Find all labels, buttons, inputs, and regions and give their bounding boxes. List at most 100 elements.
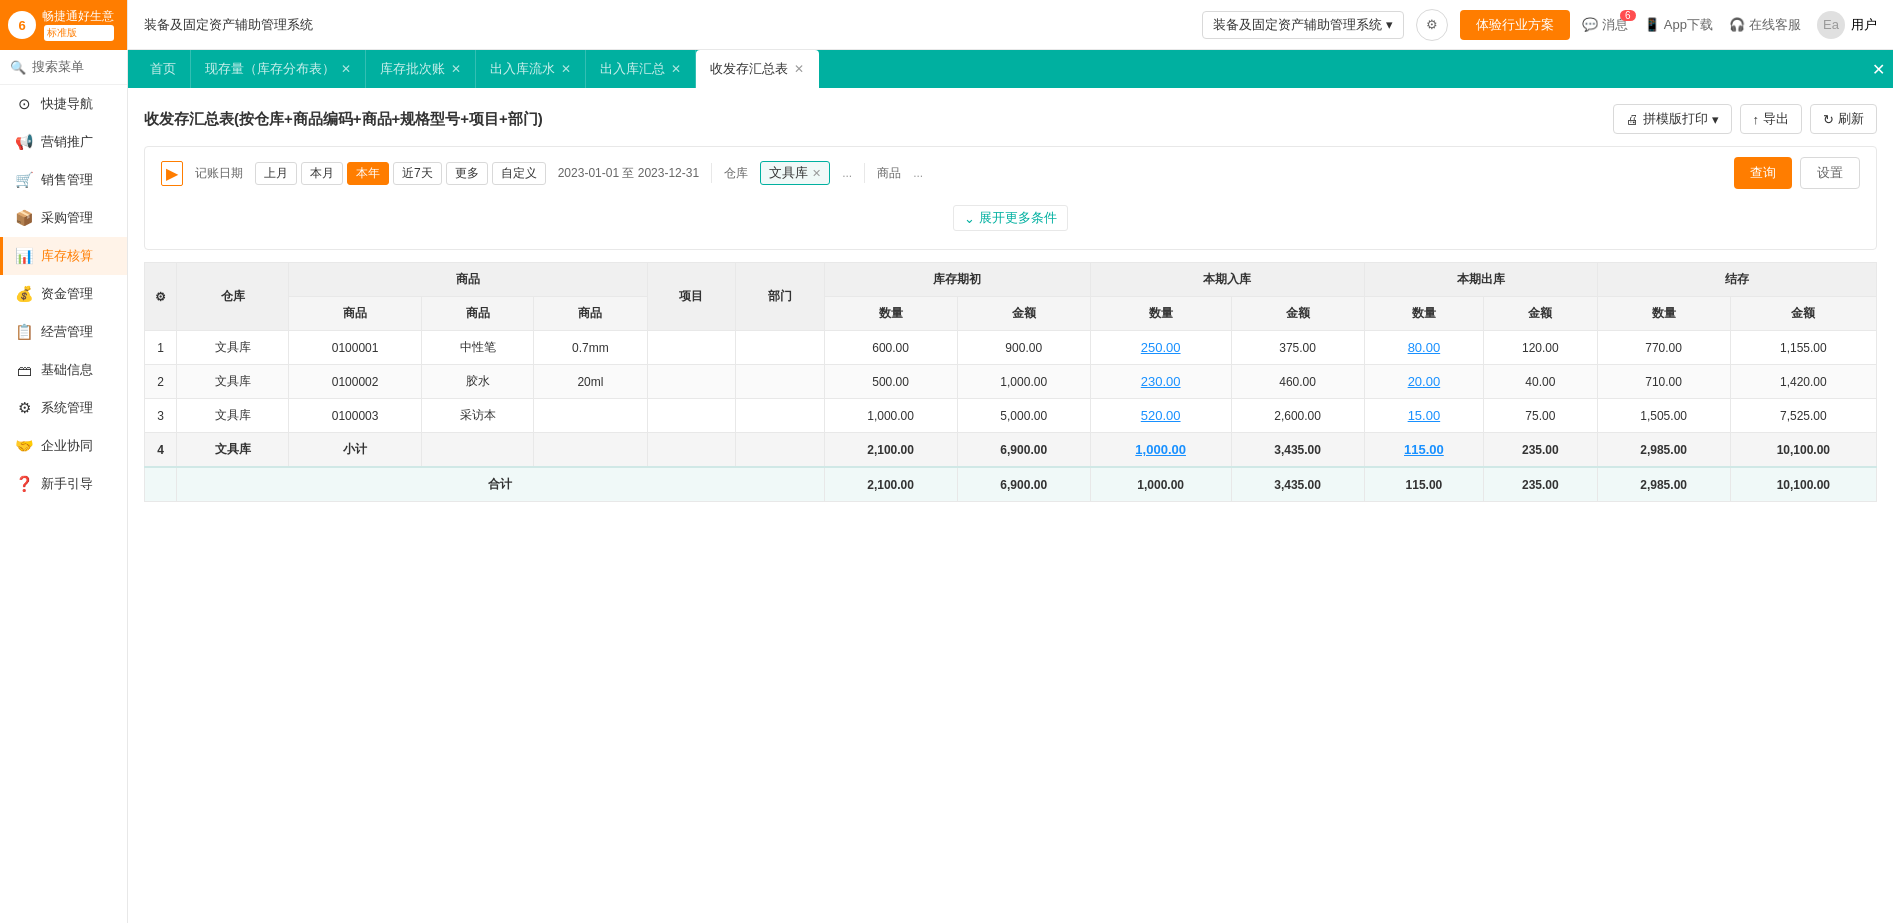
settings-button[interactable]: 设置 xyxy=(1800,157,1860,189)
sidebar-logo: 6 畅捷通好生意 标准版 xyxy=(0,0,127,50)
sidebar-item-finance[interactable]: 💰 资金管理 xyxy=(0,275,127,313)
close-all-tabs-button[interactable]: ✕ xyxy=(1872,60,1885,79)
sidebar-item-operation[interactable]: 📋 经营管理 xyxy=(0,313,127,351)
row1-out-amt: 120.00 xyxy=(1484,331,1597,365)
filter-collapse-button[interactable]: ▶ xyxy=(161,161,183,186)
trial-button[interactable]: 体验行业方案 xyxy=(1460,10,1570,40)
sidebar-item-system[interactable]: ⚙ 系统管理 xyxy=(0,389,127,427)
message-button[interactable]: 💬 消息 6 xyxy=(1582,16,1628,34)
row2-project xyxy=(647,365,735,399)
th-settings[interactable]: ⚙ xyxy=(145,263,177,331)
date-btn-7days[interactable]: 近7天 xyxy=(393,162,442,185)
tab-flow-close[interactable]: ✕ xyxy=(561,62,571,76)
tab-recv-send-close[interactable]: ✕ xyxy=(794,62,804,76)
data-table-container: ⚙ 仓库 商品 项目 部门 库存期初 本期入库 本期出库 结存 商品 xyxy=(144,262,1877,502)
sidebar-item-purchase[interactable]: 📦 采购管理 xyxy=(0,199,127,237)
user-menu[interactable]: Ea 用户 xyxy=(1817,11,1877,39)
expand-conditions-button[interactable]: ⌄ 展开更多条件 xyxy=(953,205,1068,231)
row3-out-qty[interactable]: 15.00 xyxy=(1364,399,1483,433)
th-out-group: 本期出库 xyxy=(1364,263,1597,297)
sidebar-item-quick-nav[interactable]: ⊙ 快捷导航 xyxy=(0,85,127,123)
tab-inventory-dist[interactable]: 现存量（库存分布表） ✕ xyxy=(191,50,366,88)
inventory-label: 库存核算 xyxy=(41,247,93,265)
row2-in-qty[interactable]: 230.00 xyxy=(1090,365,1231,399)
subtotal-in-qty[interactable]: 1,000.00 xyxy=(1090,433,1231,468)
sidebar-nav: ⊙ 快捷导航 📢 营销推广 🛒 销售管理 📦 采购管理 📊 库存核算 💰 资金管… xyxy=(0,85,127,923)
online-service-button[interactable]: 🎧 在线客服 xyxy=(1729,16,1801,34)
export-button[interactable]: ↑ 导出 xyxy=(1740,104,1803,134)
tab-home[interactable]: 首页 xyxy=(136,50,191,88)
row3-in-qty[interactable]: 520.00 xyxy=(1090,399,1231,433)
search-menu[interactable]: 🔍 搜索菜单 xyxy=(0,50,127,85)
topbar-settings-button[interactable]: ⚙ xyxy=(1416,9,1448,41)
row3-out-amt: 75.00 xyxy=(1484,399,1597,433)
query-button[interactable]: 查询 xyxy=(1734,157,1792,189)
row1-name: 中性笔 xyxy=(422,331,534,365)
export-label: 导出 xyxy=(1763,110,1789,128)
main-area: 装备及固定资产辅助管理系统 装备及固定资产辅助管理系统 ▾ ⚙ 体验行业方案 💬… xyxy=(128,0,1893,923)
row3-in-qty-link[interactable]: 520.00 xyxy=(1141,408,1181,423)
date-btn-more[interactable]: 更多 xyxy=(446,162,488,185)
subtotal-warehouse: 文具库 xyxy=(177,433,289,468)
tab-batch-close[interactable]: ✕ xyxy=(451,62,461,76)
warehouse-more[interactable]: ... xyxy=(842,166,852,180)
row3-out-qty-link[interactable]: 15.00 xyxy=(1408,408,1441,423)
warehouse-tag[interactable]: 文具库 ✕ xyxy=(760,161,830,185)
table-row: 2 文具库 0100002 胶水 20ml 500.00 1,000.00 23… xyxy=(145,365,1877,399)
search-icon: 🔍 xyxy=(10,60,26,75)
sidebar-item-sales[interactable]: 🛒 销售管理 xyxy=(0,161,127,199)
row1-in-qty[interactable]: 250.00 xyxy=(1090,331,1231,365)
th-product-name: 商品 xyxy=(422,297,534,331)
quick-nav-label: 快捷导航 xyxy=(41,95,93,113)
sales-label: 销售管理 xyxy=(41,171,93,189)
date-btn-last-month[interactable]: 上月 xyxy=(255,162,297,185)
date-btn-this-month[interactable]: 本月 xyxy=(301,162,343,185)
row1-in-qty-link[interactable]: 250.00 xyxy=(1141,340,1181,355)
subtotal-out-amt: 235.00 xyxy=(1484,433,1597,468)
row1-spec: 0.7mm xyxy=(534,331,647,365)
guide-icon: ❓ xyxy=(15,475,33,493)
tab-flow[interactable]: 出入库流水 ✕ xyxy=(476,50,586,88)
sidebar-item-inventory[interactable]: 📊 库存核算 xyxy=(0,237,127,275)
print-button[interactable]: 🖨 拼模版打印 ▾ xyxy=(1613,104,1732,134)
tab-inventory-dist-label: 现存量（库存分布表） xyxy=(205,60,335,78)
row1-out-qty[interactable]: 80.00 xyxy=(1364,331,1483,365)
date-btn-custom[interactable]: 自定义 xyxy=(492,162,546,185)
total-in-qty: 1,000.00 xyxy=(1090,467,1231,502)
row2-in-qty-link[interactable]: 230.00 xyxy=(1141,374,1181,389)
system-dropdown[interactable]: 装备及固定资产辅助管理系统 ▾ xyxy=(1202,11,1404,39)
th-open-qty: 数量 xyxy=(824,297,957,331)
sidebar-item-basic[interactable]: 🗃 基础信息 xyxy=(0,351,127,389)
tab-batch[interactable]: 库存批次账 ✕ xyxy=(366,50,476,88)
print-dropdown-icon: ▾ xyxy=(1712,112,1719,127)
filter-divider-1 xyxy=(711,163,712,183)
sidebar-item-guide[interactable]: ❓ 新手引导 xyxy=(0,465,127,503)
row3-no: 3 xyxy=(145,399,177,433)
sidebar-item-enterprise[interactable]: 🤝 企业协同 xyxy=(0,427,127,465)
app-download-button[interactable]: 📱 App下载 xyxy=(1644,16,1713,34)
printer-icon: 🖨 xyxy=(1626,112,1639,127)
topbar: 装备及固定资产辅助管理系统 装备及固定资产辅助管理系统 ▾ ⚙ 体验行业方案 💬… xyxy=(128,0,1893,50)
product-more[interactable]: ... xyxy=(913,166,923,180)
sidebar-item-marketing[interactable]: 📢 营销推广 xyxy=(0,123,127,161)
subtotal-in-qty-link[interactable]: 1,000.00 xyxy=(1135,442,1186,457)
subtotal-out-qty[interactable]: 115.00 xyxy=(1364,433,1483,468)
row1-out-qty-link[interactable]: 80.00 xyxy=(1408,340,1441,355)
subtotal-col3 xyxy=(422,433,534,468)
filter-action-buttons: 查询 设置 xyxy=(1734,157,1860,189)
tab-recv-send[interactable]: 收发存汇总表 ✕ xyxy=(696,50,819,88)
tab-summary[interactable]: 出入库汇总 ✕ xyxy=(586,50,696,88)
tab-inventory-dist-close[interactable]: ✕ xyxy=(341,62,351,76)
filter-bar: ▶ 记账日期 上月 本月 本年 近7天 更多 自定义 2023-01-01 至 … xyxy=(144,146,1877,250)
subtotal-out-qty-link[interactable]: 115.00 xyxy=(1404,442,1444,457)
subtotal-no: 4 xyxy=(145,433,177,468)
tab-summary-close[interactable]: ✕ xyxy=(671,62,681,76)
warehouse-tag-close[interactable]: ✕ xyxy=(812,167,821,180)
refresh-button[interactable]: ↻ 刷新 xyxy=(1810,104,1877,134)
finance-icon: 💰 xyxy=(15,285,33,303)
operation-icon: 📋 xyxy=(15,323,33,341)
date-btn-this-year[interactable]: 本年 xyxy=(347,162,389,185)
expand-icon: ⌄ xyxy=(964,211,975,226)
row2-out-qty[interactable]: 20.00 xyxy=(1364,365,1483,399)
row2-out-qty-link[interactable]: 20.00 xyxy=(1408,374,1441,389)
